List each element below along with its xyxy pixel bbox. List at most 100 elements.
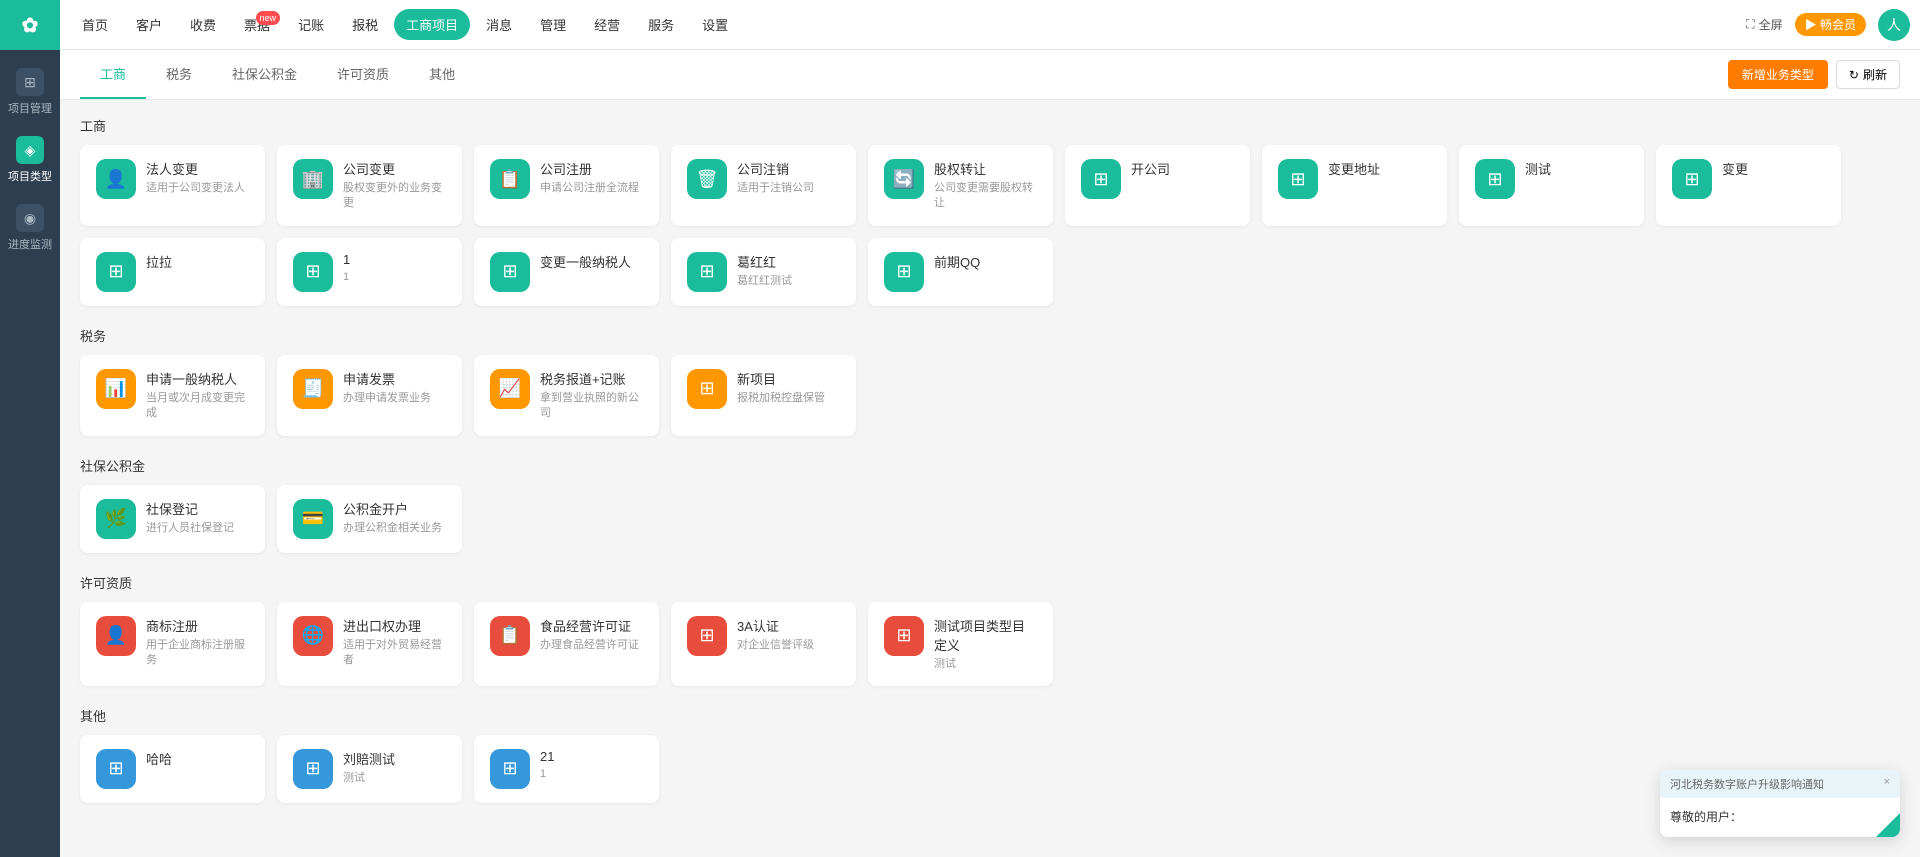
card-company-change[interactable]: 🏢 公司变更 股权变更外的业务变更 bbox=[277, 145, 462, 226]
nav-accounting[interactable]: 记账 bbox=[286, 9, 336, 40]
card-desc: 适用于对外贸易经营者 bbox=[343, 638, 446, 669]
refresh-button[interactable]: ↻ 刷新 bbox=[1836, 60, 1900, 89]
card-tax-report[interactable]: 📈 税务报道+记账 拿到营业执照的新公司 bbox=[474, 355, 659, 436]
tab-shebao[interactable]: 社保公积金 bbox=[212, 50, 317, 99]
card-trademark[interactable]: 👤 商标注册 用于企业商标注册服务 bbox=[80, 602, 265, 686]
card-desc: 办理公积金相关业务 bbox=[343, 521, 446, 536]
card-info: 葛红红 葛红红测试 bbox=[737, 252, 840, 289]
card-test-type[interactable]: ⊞ 测试项目类型目定义 测试 bbox=[868, 602, 1053, 686]
card-icon: 📋 bbox=[490, 159, 530, 199]
nav-manage[interactable]: 管理 bbox=[528, 9, 578, 40]
card-info: 申请发票 办理申请发票业务 bbox=[343, 369, 446, 406]
card-name: 法人变更 bbox=[146, 159, 249, 178]
card-company-cancel[interactable]: 🗑 公司注销 适用于注销公司 bbox=[671, 145, 856, 226]
play-icon: ▶ bbox=[1805, 18, 1817, 32]
sidebar-nav: ⊞ 项目管理 ◈ 项目类型 ◉ 进度监测 bbox=[0, 58, 60, 262]
card-liupei-test[interactable]: ⊞ 刘賠测试 测试 bbox=[277, 735, 462, 803]
nav-service[interactable]: 服务 bbox=[636, 9, 686, 40]
card-item21[interactable]: ⊞ 21 1 bbox=[474, 735, 659, 803]
card-name: 测试项目类型目定义 bbox=[934, 616, 1037, 654]
card-open-company[interactable]: ⊞ 开公司 bbox=[1065, 145, 1250, 226]
card-company-register[interactable]: 📋 公司注册 申请公司注册全流程 bbox=[474, 145, 659, 226]
card-import-export[interactable]: 🌐 进出口权办理 适用于对外贸易经营者 bbox=[277, 602, 462, 686]
nav-tax[interactable]: 报税 bbox=[340, 9, 390, 40]
card-new-project[interactable]: ⊞ 新项目 报税加税控盘保管 bbox=[671, 355, 856, 436]
card-info: 开公司 bbox=[1131, 159, 1234, 181]
card-info: 刘賠测试 测试 bbox=[343, 749, 446, 786]
card-icon: 🗑 bbox=[687, 159, 727, 199]
card-info: 公司注销 适用于注销公司 bbox=[737, 159, 840, 196]
section-title-xuke: 许可资质 bbox=[80, 573, 1900, 592]
card-test[interactable]: ⊞ 测试 bbox=[1459, 145, 1644, 226]
fullscreen-btn[interactable]: ⛶ 全屏 bbox=[1746, 16, 1782, 33]
avatar[interactable]: 人 bbox=[1878, 9, 1910, 41]
card-lala[interactable]: ⊞ 拉拉 bbox=[80, 238, 265, 306]
card-info: 税务报道+记账 拿到营业执照的新公司 bbox=[540, 369, 643, 422]
card-fund-account[interactable]: 💳 公积金开户 办理公积金相关业务 bbox=[277, 485, 462, 553]
card-icon: ⊞ bbox=[1672, 159, 1712, 199]
card-desc: 申请公司注册全流程 bbox=[540, 181, 643, 196]
card-desc: 对企业信誉评级 bbox=[737, 638, 840, 653]
card-name: 进出口权办理 bbox=[343, 616, 446, 635]
tab-bar-right: 新增业务类型 ↻ 刷新 bbox=[1728, 60, 1900, 89]
card-desc: 办理食品经营许可证 bbox=[540, 638, 643, 653]
nav-billing[interactable]: 收费 bbox=[178, 9, 228, 40]
card-food-license[interactable]: 📋 食品经营许可证 办理食品经营许可证 bbox=[474, 602, 659, 686]
add-type-button[interactable]: 新增业务类型 bbox=[1728, 60, 1828, 89]
nav-settings[interactable]: 设置 bbox=[690, 9, 740, 40]
sidebar-item-project-manage[interactable]: ⊞ 项目管理 bbox=[0, 58, 60, 126]
sidebar-item-project-type[interactable]: ◈ 项目类型 bbox=[0, 126, 60, 194]
logo: ✿ bbox=[0, 0, 60, 50]
tab-bar: 工商 税务 社保公积金 许可资质 其他 新增业务类型 ↻ 刷新 bbox=[60, 50, 1920, 100]
card-front-qq[interactable]: ⊞ 前期QQ bbox=[868, 238, 1053, 306]
card-info: 食品经营许可证 办理食品经营许可证 bbox=[540, 616, 643, 653]
nav-home[interactable]: 首页 bbox=[70, 9, 120, 40]
nav-business[interactable]: 工商项目 bbox=[394, 9, 470, 40]
card-item1[interactable]: ⊞ 1 1 bbox=[277, 238, 462, 306]
card-info: 拉拉 bbox=[146, 252, 249, 274]
card-equity-transfer[interactable]: 🔄 股权转让 公司变更需要股权转让 bbox=[868, 145, 1053, 226]
card-apply-invoice[interactable]: 🧾 申请发票 办理申请发票业务 bbox=[277, 355, 462, 436]
card-haha[interactable]: ⊞ 哈哈 bbox=[80, 735, 265, 803]
nav-customer[interactable]: 客户 bbox=[124, 9, 174, 40]
card-change2[interactable]: ⊞ 变更 bbox=[1656, 145, 1841, 226]
card-name: 股权转让 bbox=[934, 159, 1037, 178]
shuiwu-grid: 📊 申请一般纳税人 当月或次月成变更完成 🧾 申请发票 办理申请发票业务 bbox=[80, 355, 1900, 436]
card-desc: 股权变更外的业务变更 bbox=[343, 181, 446, 212]
sidebar-item-label: 项目管理 bbox=[8, 100, 52, 116]
card-3a-cert[interactable]: ⊞ 3A认证 对企业信誉评级 bbox=[671, 602, 856, 686]
card-info: 测试 bbox=[1525, 159, 1628, 181]
section-title-other: 其他 bbox=[80, 706, 1900, 725]
card-change-address[interactable]: ⊞ 变更地址 bbox=[1262, 145, 1447, 226]
tab-other[interactable]: 其他 bbox=[409, 50, 475, 99]
card-name: 变更一般纳税人 bbox=[540, 252, 643, 271]
card-desc: 办理申请发票业务 bbox=[343, 391, 446, 406]
section-title-gongshang: 工商 bbox=[80, 116, 1900, 135]
notification-body: 尊敬的用户： bbox=[1660, 798, 1900, 837]
sidebar-item-progress-monitor[interactable]: ◉ 进度监测 bbox=[0, 194, 60, 262]
card-legal-change[interactable]: 👤 法人变更 适用于公司变更法人 bbox=[80, 145, 265, 226]
nav-ticket[interactable]: 票据 new bbox=[232, 9, 282, 40]
card-change-taxpayer[interactable]: ⊞ 变更一般纳税人 bbox=[474, 238, 659, 306]
tab-shuiwu[interactable]: 税务 bbox=[146, 50, 212, 99]
notification-close[interactable]: × bbox=[1884, 776, 1890, 792]
card-info: 哈哈 bbox=[146, 749, 249, 771]
tab-gongshang[interactable]: 工商 bbox=[80, 50, 146, 99]
card-name: 哈哈 bbox=[146, 749, 249, 768]
tab-xuke[interactable]: 许可资质 bbox=[317, 50, 409, 99]
refresh-icon: ↻ bbox=[1849, 68, 1859, 82]
nav-operation[interactable]: 经营 bbox=[582, 9, 632, 40]
card-social-register[interactable]: 🌿 社保登记 进行人员社保登记 bbox=[80, 485, 265, 553]
section-title-shuiwu: 税务 bbox=[80, 326, 1900, 345]
card-mahonghong[interactable]: ⊞ 葛红红 葛红红测试 bbox=[671, 238, 856, 306]
vip-button[interactable]: ▶ 畅会员 bbox=[1795, 13, 1866, 36]
project-manage-icon: ⊞ bbox=[16, 68, 44, 96]
card-apply-taxpayer[interactable]: 📊 申请一般纳税人 当月或次月成变更完成 bbox=[80, 355, 265, 436]
card-desc: 1 bbox=[343, 270, 446, 285]
card-icon: ⊞ bbox=[687, 616, 727, 656]
card-desc: 葛红红测试 bbox=[737, 274, 840, 289]
nav-message[interactable]: 消息 bbox=[474, 9, 524, 40]
card-desc: 1 bbox=[540, 767, 643, 782]
page-content: 工商 税务 社保公积金 许可资质 其他 新增业务类型 ↻ 刷新 工商 bbox=[60, 50, 1920, 857]
card-info: 公积金开户 办理公积金相关业务 bbox=[343, 499, 446, 536]
